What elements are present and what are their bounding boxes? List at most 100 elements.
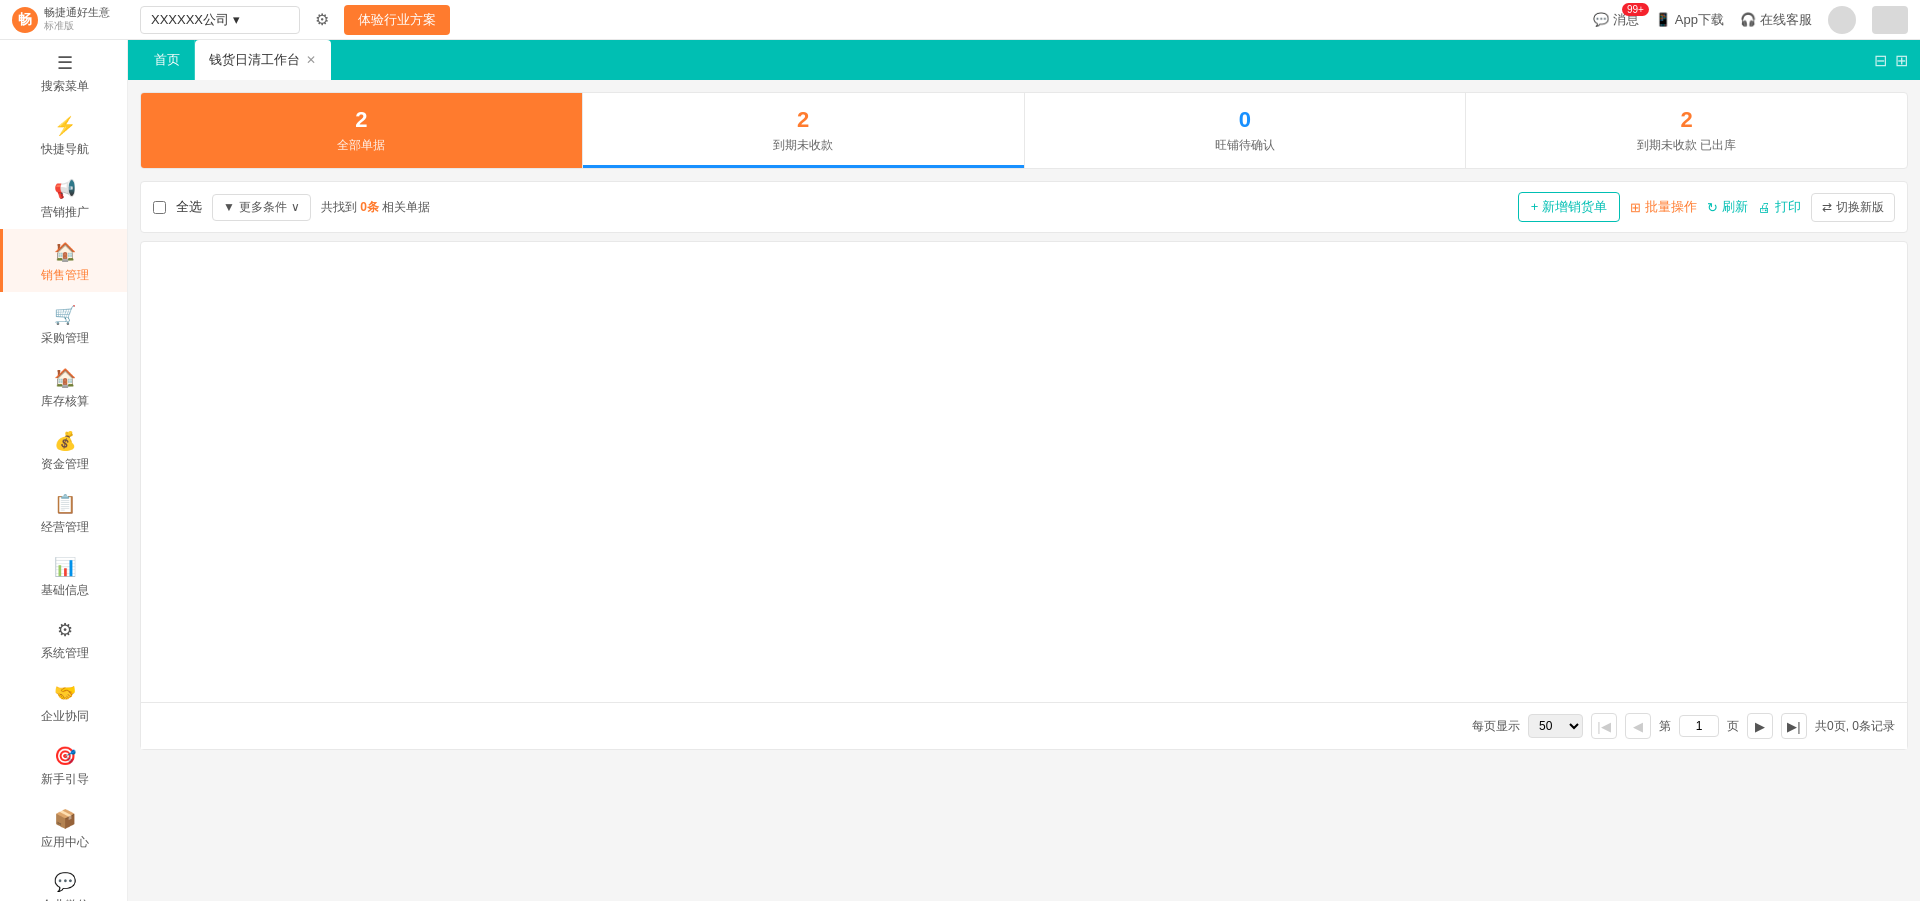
stat-card-shipped[interactable]: 2 到期未收款 已出库 [1466,93,1907,168]
tab-minimize-button[interactable]: ⊟ [1874,51,1887,70]
tab-expand-button[interactable]: ⊞ [1895,51,1908,70]
sidebar-label-purchase: 采购管理 [41,330,89,347]
sidebar: ☰ 搜索菜单 ⚡ 快捷导航 📢 营销推广 🏠 销售管理 🛒 采购管理 🏠 库存核… [0,40,128,901]
sidebar-item-system[interactable]: ⚙ 系统管理 [0,607,127,670]
logo-sub: 标准版 [44,19,110,33]
company-selector[interactable]: XXXXXX公司 ▾ [140,6,300,34]
prev-page-button[interactable]: ◀ [1625,713,1651,739]
stat-num-overdue: 2 [603,107,1004,133]
online-service-label: 在线客服 [1760,11,1812,29]
sidebar-label-app-center: 应用中心 [41,834,89,851]
stat-card-overdue[interactable]: 2 到期未收款 [583,93,1025,168]
found-text: 共找到 0条 相关单据 [321,199,430,216]
next-page-button[interactable]: ▶ [1747,713,1773,739]
sidebar-label-operations: 经营管理 [41,519,89,536]
toolbar-left: 全选 ▼ 更多条件 ∨ 共找到 0条 相关单据 [153,194,430,221]
user-dropdown[interactable] [1872,6,1908,34]
switch-icon: ⇄ [1822,200,1832,214]
first-page-button[interactable]: |◀ [1591,713,1617,739]
headset-icon: 🎧 [1740,12,1756,27]
stat-num-pending: 0 [1045,107,1446,133]
stat-card-all[interactable]: 2 全部单据 [141,93,583,168]
online-service-action[interactable]: 🎧 在线客服 [1740,11,1812,29]
select-all-label: 全选 [176,198,202,216]
stat-card-pending[interactable]: 0 旺铺待确认 [1025,93,1467,168]
stat-label-overdue: 到期未收款 [603,137,1004,154]
operations-icon: 📋 [54,493,76,515]
table-body [141,242,1907,702]
batch-operation-button[interactable]: ⊞ 批量操作 [1630,198,1697,216]
app-center-icon: 📦 [54,808,76,830]
settings-button[interactable]: ⚙ [308,6,336,34]
toolbar: 全选 ▼ 更多条件 ∨ 共找到 0条 相关单据 + 新增销货单 ⊞ 批量操作 ↻… [140,181,1908,233]
message-icon: 💬 [1593,12,1609,27]
system-icon: ⚙ [57,619,73,641]
per-page-select[interactable]: 50 100 200 [1528,714,1583,738]
sidebar-label-marketing: 营销推广 [41,204,89,221]
sidebar-item-operations[interactable]: 📋 经营管理 [0,481,127,544]
sidebar-label-inventory: 库存核算 [41,393,89,410]
marketing-icon: 📢 [54,178,76,200]
menu-icon: ☰ [57,52,73,74]
tab-bar-actions: ⊟ ⊞ [1874,51,1908,70]
add-order-button[interactable]: + 新增销货单 [1518,192,1620,222]
sidebar-label-search-menu: 搜索菜单 [41,78,89,95]
sidebar-label-system: 系统管理 [41,645,89,662]
table-area: 每页显示 50 100 200 |◀ ◀ 第 1 页 ▶ ▶| 共0页, 0条记… [140,241,1908,750]
sidebar-item-finance[interactable]: 💰 资金管理 [0,418,127,481]
gear-icon: ⚙ [315,11,329,28]
sidebar-label-finance: 资金管理 [41,456,89,473]
filter-button[interactable]: ▼ 更多条件 ∨ [212,194,311,221]
stat-label-shipped: 到期未收款 已出库 [1486,137,1887,154]
tab-home[interactable]: 首页 [140,40,195,80]
sidebar-item-guide[interactable]: 🎯 新手引导 [0,733,127,796]
stats-row: 2 全部单据 2 到期未收款 0 旺铺待确认 2 到期未收款 已出库 [140,92,1908,169]
finance-icon: 💰 [54,430,76,452]
last-page-button[interactable]: ▶| [1781,713,1807,739]
print-button[interactable]: 🖨 打印 [1758,198,1801,216]
sidebar-item-inventory[interactable]: 🏠 库存核算 [0,355,127,418]
company-name: XXXXXX公司 [151,11,229,29]
switch-version-button[interactable]: ⇄ 切换新版 [1811,193,1895,222]
logo-area: 畅 畅捷通好生意 标准版 [12,6,140,33]
tab-close-icon[interactable]: ✕ [306,53,316,67]
logo-text: 畅捷通好生意 [44,6,110,19]
batch-label: 批量操作 [1645,198,1697,216]
toolbar-right: + 新增销货单 ⊞ 批量操作 ↻ 刷新 🖨 打印 ⇄ 切换新版 [1518,192,1895,222]
trial-button[interactable]: 体验行业方案 [344,5,450,35]
print-icon: 🖨 [1758,200,1771,215]
app-download-action[interactable]: 📱 App下载 [1655,11,1724,29]
sidebar-item-app-center[interactable]: 📦 应用中心 [0,796,127,859]
filter-chevron-icon: ∨ [291,200,300,214]
refresh-button[interactable]: ↻ 刷新 [1707,198,1748,216]
message-action[interactable]: 💬 消息 99+ [1593,11,1639,29]
sidebar-item-marketing[interactable]: 📢 营销推广 [0,166,127,229]
stat-num-shipped: 2 [1486,107,1887,133]
sidebar-label-weixin: 企业微信 [41,897,89,901]
tab-workbench-label: 钱货日清工作台 [209,51,300,69]
tab-home-label: 首页 [154,51,180,69]
switch-label: 切换新版 [1836,199,1884,216]
sidebar-label-sales: 销售管理 [41,267,89,284]
page-input[interactable]: 1 [1679,715,1719,737]
page-label-end: 页 [1727,718,1739,735]
sidebar-label-guide: 新手引导 [41,771,89,788]
avatar[interactable] [1828,6,1856,34]
sidebar-item-purchase[interactable]: 🛒 采购管理 [0,292,127,355]
chevron-down-icon: ▾ [233,12,240,27]
sidebar-item-weixin[interactable]: 💬 企业微信 [0,859,127,901]
sidebar-label-enterprise: 企业协同 [41,708,89,725]
sidebar-item-search-menu[interactable]: ☰ 搜索菜单 [0,40,127,103]
print-label: 打印 [1775,198,1801,216]
sidebar-item-sales[interactable]: 🏠 销售管理 [0,229,127,292]
tab-workbench[interactable]: 钱货日清工作台 ✕ [195,40,331,80]
sidebar-label-base-info: 基础信息 [41,582,89,599]
sales-icon: 🏠 [54,241,76,263]
purchase-icon: 🛒 [54,304,76,326]
sidebar-item-enterprise[interactable]: 🤝 企业协同 [0,670,127,733]
refresh-icon: ↻ [1707,200,1718,215]
sidebar-item-base-info[interactable]: 📊 基础信息 [0,544,127,607]
select-all-checkbox[interactable] [153,201,166,214]
page-label: 第 [1659,718,1671,735]
sidebar-item-quick-nav[interactable]: ⚡ 快捷导航 [0,103,127,166]
